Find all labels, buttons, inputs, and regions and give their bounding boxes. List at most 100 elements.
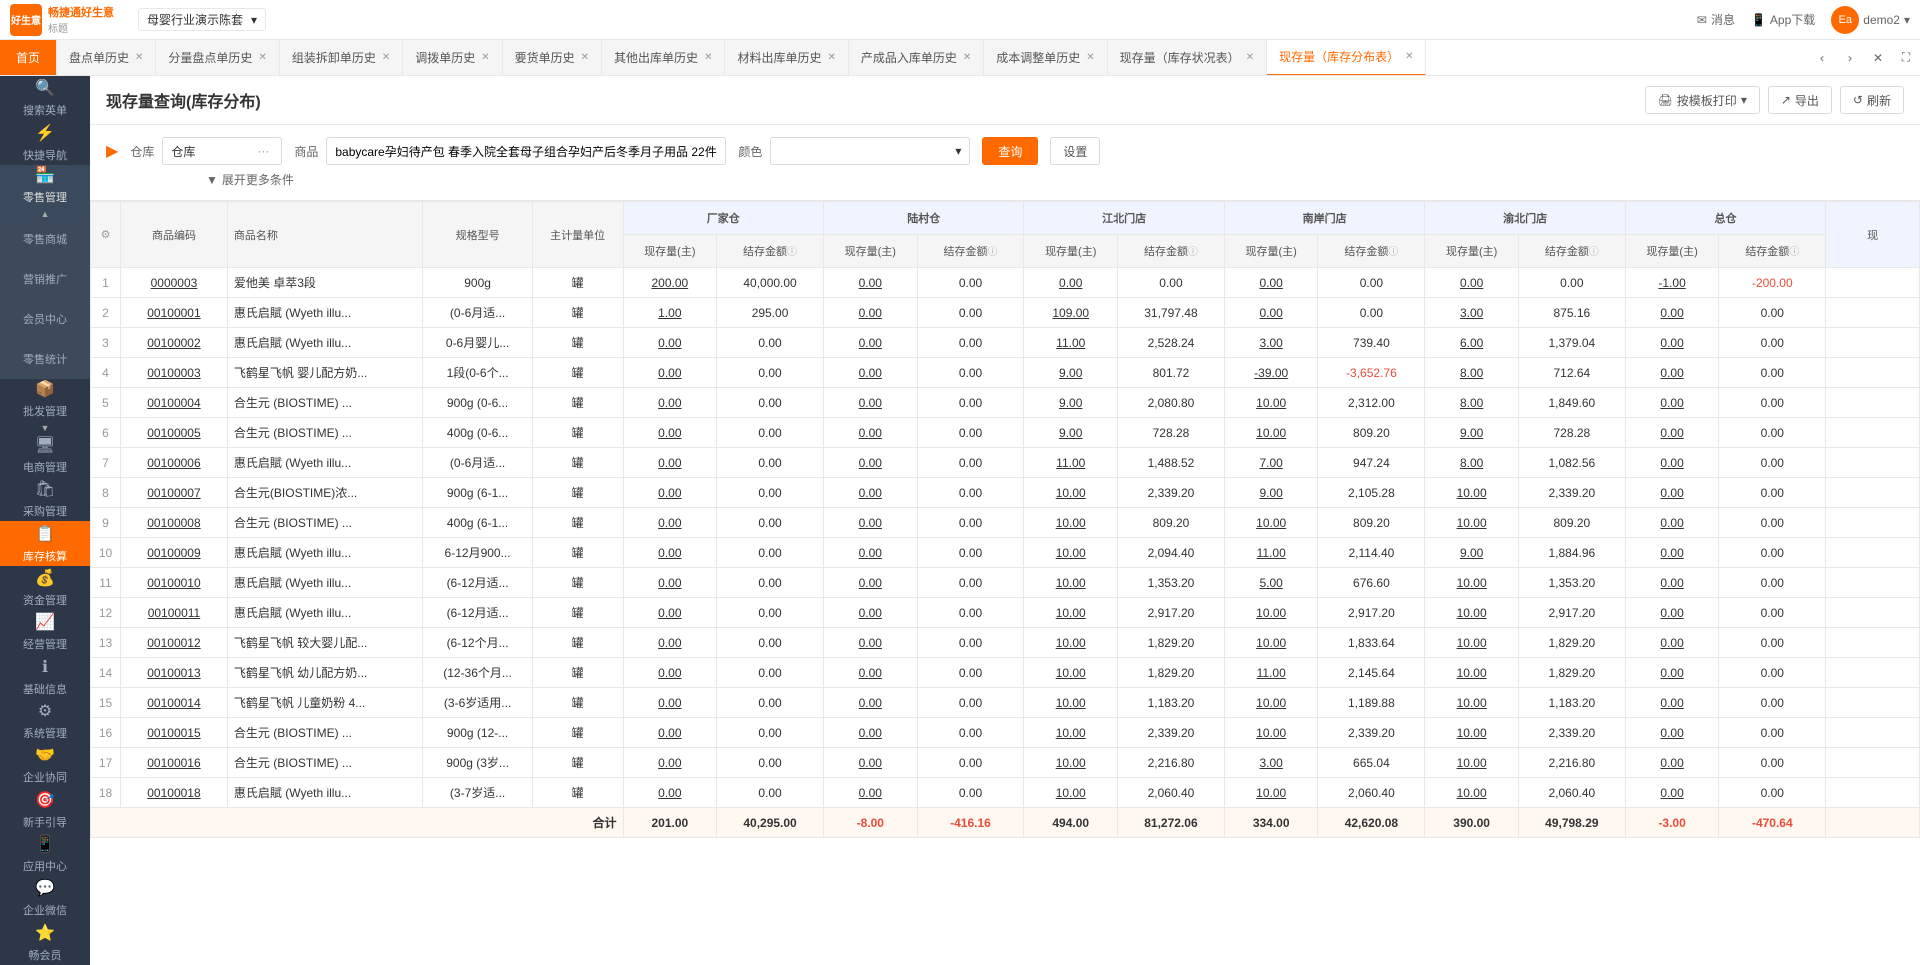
qty-link[interactable]: -39.00 [1254,366,1288,380]
qty-link[interactable]: 8.00 [1460,456,1483,470]
qty-link[interactable]: 10.00 [1457,726,1487,740]
qty-link[interactable]: 3.00 [1260,756,1283,770]
qty-link[interactable]: 10.00 [1457,666,1487,680]
user-area[interactable]: Ea demo2 ▾ [1831,6,1910,34]
tab-close-icon[interactable]: ✕ [382,52,390,63]
qty-link[interactable]: 0.00 [658,486,681,500]
qty-link[interactable]: 0.00 [658,456,681,470]
qty-link[interactable]: 0.00 [1660,456,1683,470]
warehouse-input[interactable]: 仓库 ··· [162,137,282,165]
qty-link[interactable]: 0.00 [859,726,882,740]
qty-link[interactable]: 11.00 [1056,456,1085,470]
sidebar-item-collab[interactable]: 🤝 企业协同 [0,743,90,787]
settings-gear-icon[interactable]: ⚙ [101,229,111,241]
code-link[interactable]: 00100012 [147,636,200,650]
code-link[interactable]: 00100011 [148,606,201,620]
info-icon[interactable]: ⓘ [988,247,998,258]
code-link[interactable]: 00100006 [147,456,200,470]
qty-link[interactable]: 109.00 [1052,306,1089,320]
qty-link[interactable]: 10.00 [1256,786,1286,800]
qty-link[interactable]: 0.00 [658,396,681,410]
tab-现存量库存分布表[interactable]: 现存量（库存分布表） ✕ [1267,40,1426,76]
qty-link[interactable]: 10.00 [1457,606,1487,620]
qty-link[interactable]: 1.00 [658,306,681,320]
goods-input[interactable] [326,137,726,165]
qty-link[interactable]: 11.00 [1056,336,1085,350]
tab-maximize-btn[interactable]: ⛶ [1892,44,1920,72]
qty-link[interactable]: 6.00 [1460,336,1483,350]
code-link[interactable]: 00100014 [147,696,200,710]
code-link[interactable]: 00100013 [147,666,200,680]
tab-组装拆卸单历史[interactable]: 组装拆卸单历史 ✕ [280,40,403,76]
qty-link[interactable]: 0.00 [1660,486,1683,500]
code-link[interactable]: 00100003 [147,366,200,380]
qty-link[interactable]: 0.00 [658,726,681,740]
qty-link[interactable]: 10.00 [1056,576,1086,590]
tab-调拨单历史[interactable]: 调拨单历史 ✕ [403,40,502,76]
qty-link[interactable]: 0.00 [1660,576,1683,590]
code-link[interactable]: 00100004 [147,396,200,410]
color-input[interactable]: ▾ [770,137,970,165]
tab-close-icon[interactable]: ✕ [963,52,971,63]
qty-link[interactable]: 0.00 [1660,546,1683,560]
qty-link[interactable]: 0.00 [859,576,882,590]
tab-产成品入库单历史[interactable]: 产成品入库单历史 ✕ [849,40,984,76]
tab-close-icon[interactable]: ✕ [1405,51,1413,62]
export-btn[interactable]: ↗ 导出 [1768,86,1832,114]
code-link[interactable]: 00100015 [147,726,200,740]
qty-link[interactable]: 0.00 [859,516,882,530]
qty-link[interactable]: 0.00 [658,606,681,620]
qty-link[interactable]: 9.00 [1460,546,1483,560]
tab-close-icon[interactable]: ✕ [827,52,835,63]
tab-close-all-btn[interactable]: ✕ [1864,44,1892,72]
qty-link[interactable]: 0.00 [1059,276,1082,290]
sidebar-item-app-center[interactable]: 📱 应用中心 [0,832,90,876]
qty-link[interactable]: 0.00 [658,636,681,650]
qty-link[interactable]: 3.00 [1460,306,1483,320]
qty-link[interactable]: 10.00 [1056,606,1086,620]
tab-材料出库单历史[interactable]: 材料出库单历史 ✕ [725,40,848,76]
qty-link[interactable]: 10.00 [1256,426,1286,440]
info-icon[interactable]: ⓘ [1388,247,1398,258]
qty-link[interactable]: 10.00 [1056,516,1086,530]
qty-link[interactable]: 0.00 [658,366,681,380]
qty-link[interactable]: 0.00 [859,756,882,770]
qty-link[interactable]: 0.00 [1260,276,1283,290]
qty-link[interactable]: 10.00 [1256,696,1286,710]
sidebar-item-vip[interactable]: ⭐ 畅会员 [0,921,90,965]
tab-close-icon[interactable]: ✕ [581,52,589,63]
sidebar-item-member[interactable]: 会员中心 [0,299,90,339]
tab-要货单历史[interactable]: 要货单历史 ✕ [503,40,602,76]
qty-link[interactable]: 10.00 [1256,606,1286,620]
qty-link[interactable]: 0.00 [1660,366,1683,380]
sidebar-item-basics[interactable]: ℹ 基础信息 [0,655,90,699]
sidebar-item-search[interactable]: 🔍 搜索英单 [0,76,90,120]
info-icon[interactable]: ⓘ [1789,247,1799,258]
tab-现存量库存状况表[interactable]: 现存量（库存状况表） ✕ [1108,40,1267,76]
warehouse-dots[interactable]: ··· [253,144,273,158]
qty-link[interactable]: 0.00 [658,756,681,770]
qty-link[interactable]: 0.00 [1260,306,1283,320]
sidebar-item-purchase[interactable]: 🛍 采购管理 [0,477,90,521]
qty-link[interactable]: 0.00 [1660,726,1683,740]
qty-link[interactable]: 0.00 [859,546,882,560]
sidebar-item-inventory[interactable]: 📋 库存核算 [0,521,90,565]
qty-link[interactable]: 0.00 [1660,666,1683,680]
tab-其他出库单历史[interactable]: 其他出库单历史 ✕ [602,40,725,76]
qty-link[interactable]: 10.00 [1056,636,1086,650]
code-link[interactable]: 00100016 [147,756,200,770]
qty-link[interactable]: 0.00 [1660,516,1683,530]
sidebar-item-retail-mall[interactable]: 零售商城 [0,219,90,259]
qty-link[interactable]: 10.00 [1457,786,1487,800]
qty-link[interactable]: 10.00 [1056,726,1086,740]
qty-link[interactable]: 0.00 [658,786,681,800]
sidebar-item-retail-mgmt[interactable]: 🏪 零售管理 ▲ [0,165,90,219]
tab-close-icon[interactable]: ✕ [1246,52,1254,63]
qty-link[interactable]: 10.00 [1256,636,1286,650]
qty-link[interactable]: 0.00 [658,576,681,590]
qty-link[interactable]: 0.00 [859,426,882,440]
code-link[interactable]: 00100005 [147,426,200,440]
qty-link[interactable]: 0.00 [859,396,882,410]
qty-link[interactable]: 10.00 [1457,636,1487,650]
qty-link[interactable]: 10.00 [1056,546,1086,560]
